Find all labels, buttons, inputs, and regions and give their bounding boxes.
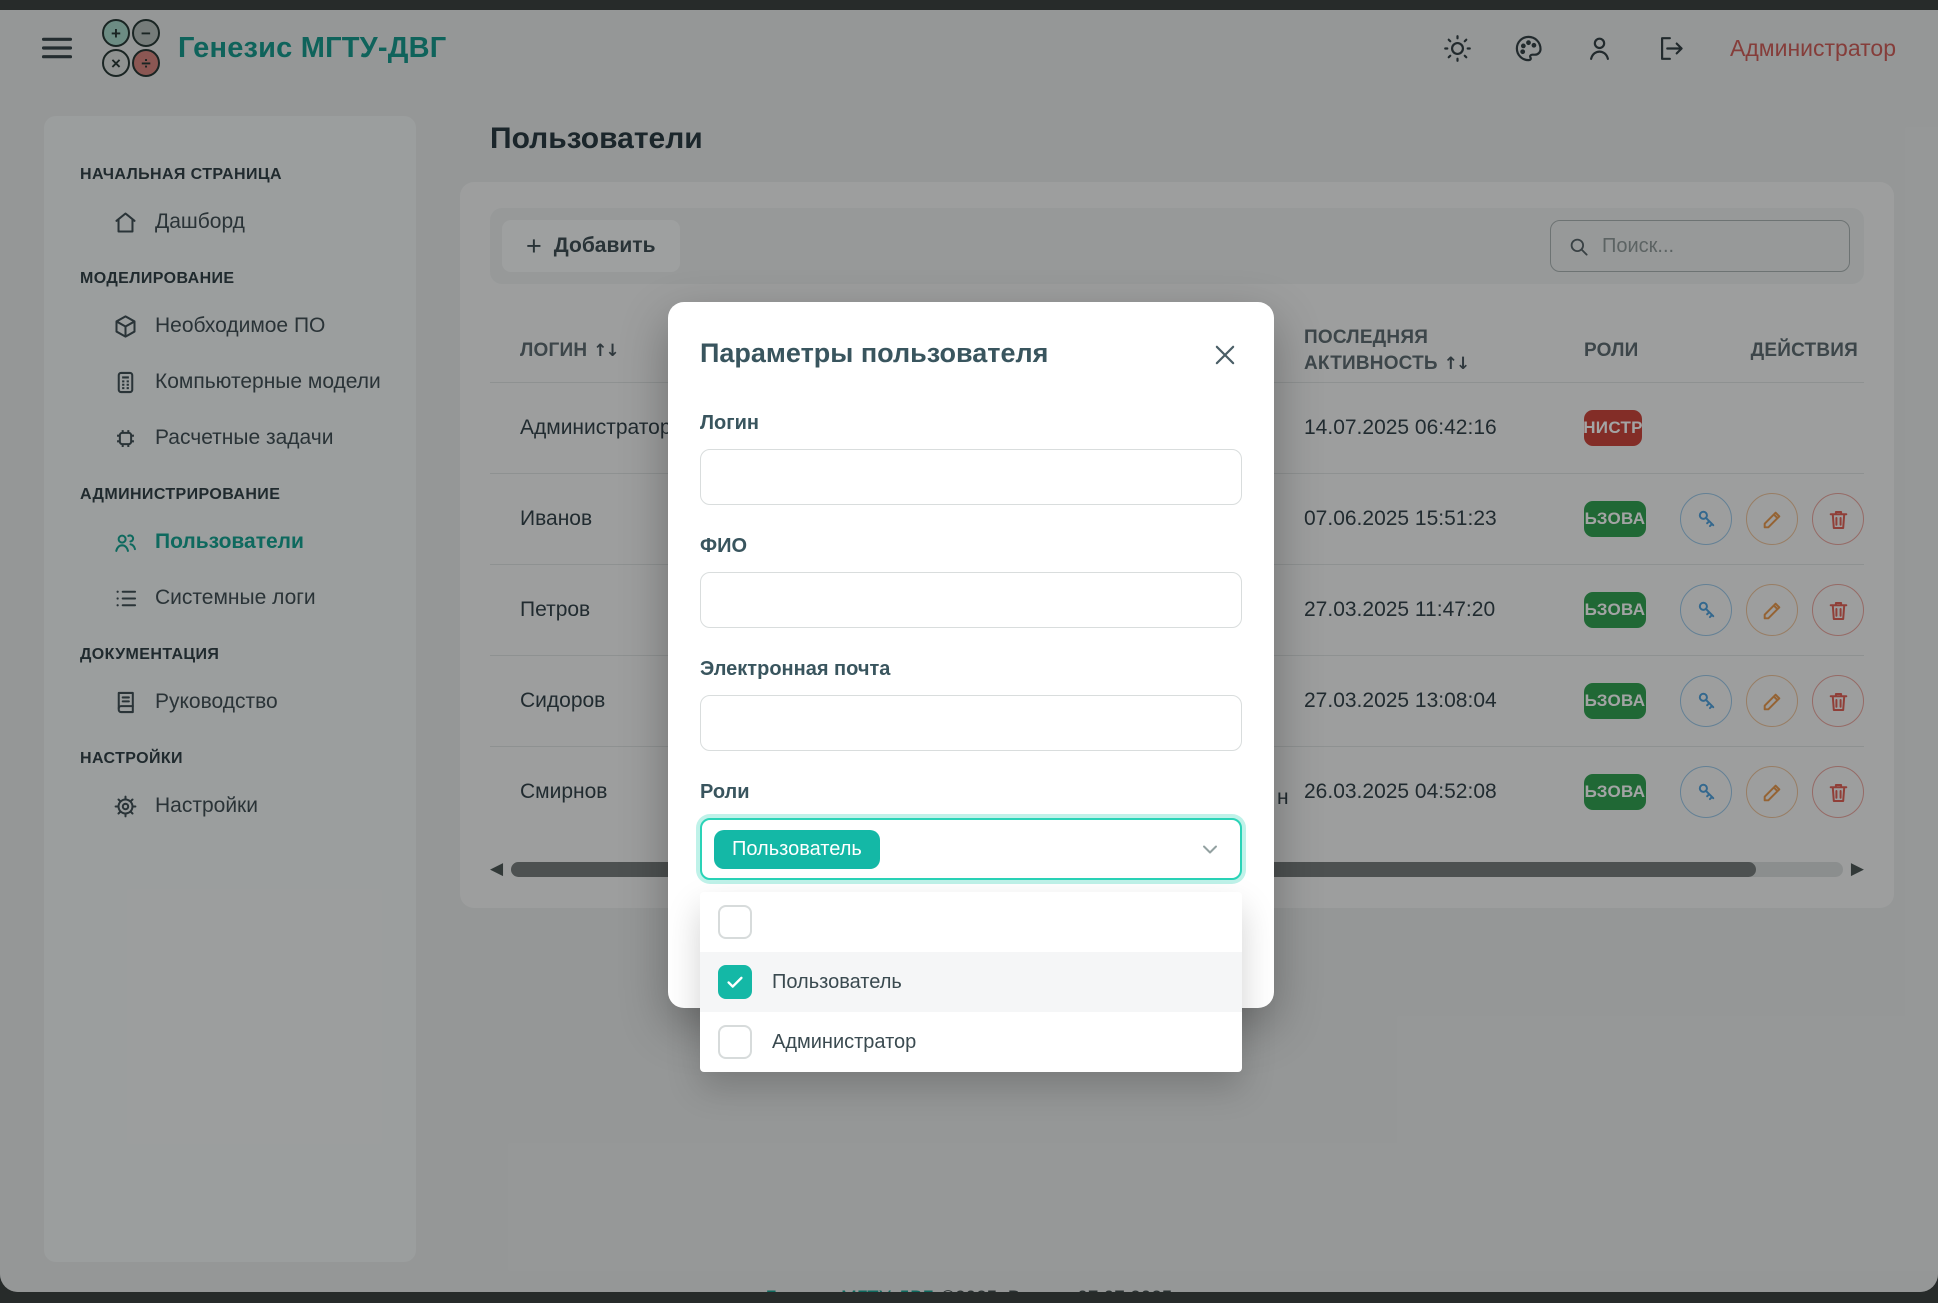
email-field-group: Электронная почта — [696, 658, 1246, 751]
user-params-modal: Параметры пользователя Логин ФИО Электро… — [668, 302, 1274, 1072]
role-option-user[interactable]: Пользователь — [700, 952, 1242, 1012]
login-field-group: Логин — [696, 412, 1246, 505]
role-chip[interactable]: Пользователь — [714, 829, 880, 869]
check-icon — [724, 971, 746, 993]
fio-field[interactable] — [700, 572, 1242, 628]
login-field[interactable] — [700, 449, 1242, 505]
roles-select-wrap: Пользователь Пользователь Администратор — [700, 818, 1242, 1072]
role-option-admin[interactable]: Администратор — [700, 1012, 1242, 1072]
checkbox-checked[interactable] — [718, 965, 752, 999]
checkbox-unchecked[interactable] — [718, 905, 752, 939]
email-field[interactable] — [700, 695, 1242, 751]
roles-dropdown: Пользователь Администратор — [700, 892, 1242, 1072]
roles-field-group: Роли Пользователь Пользователь Администр… — [696, 781, 1246, 1072]
role-option-empty[interactable] — [700, 892, 1242, 952]
screen: + − × ÷ Генезис МГТУ-ДВГ Администратор Н… — [0, 0, 1938, 1303]
close-icon — [1210, 340, 1240, 370]
roles-label: Роли — [700, 781, 750, 803]
email-label: Электронная почта — [700, 658, 891, 680]
role-option-label: Пользователь — [772, 970, 902, 993]
checkbox-unchecked[interactable] — [718, 1025, 752, 1059]
login-label: Логин — [700, 412, 759, 434]
roles-multiselect[interactable]: Пользователь — [700, 818, 1242, 880]
modal-header: Параметры пользователя — [696, 338, 1246, 370]
fio-field-group: ФИО — [696, 535, 1246, 628]
close-button[interactable] — [1210, 340, 1240, 370]
fio-label: ФИО — [700, 535, 748, 557]
role-option-label: Администратор — [772, 1030, 917, 1053]
chevron-down-icon — [1198, 837, 1222, 861]
modal-title: Параметры пользователя — [700, 338, 1049, 368]
